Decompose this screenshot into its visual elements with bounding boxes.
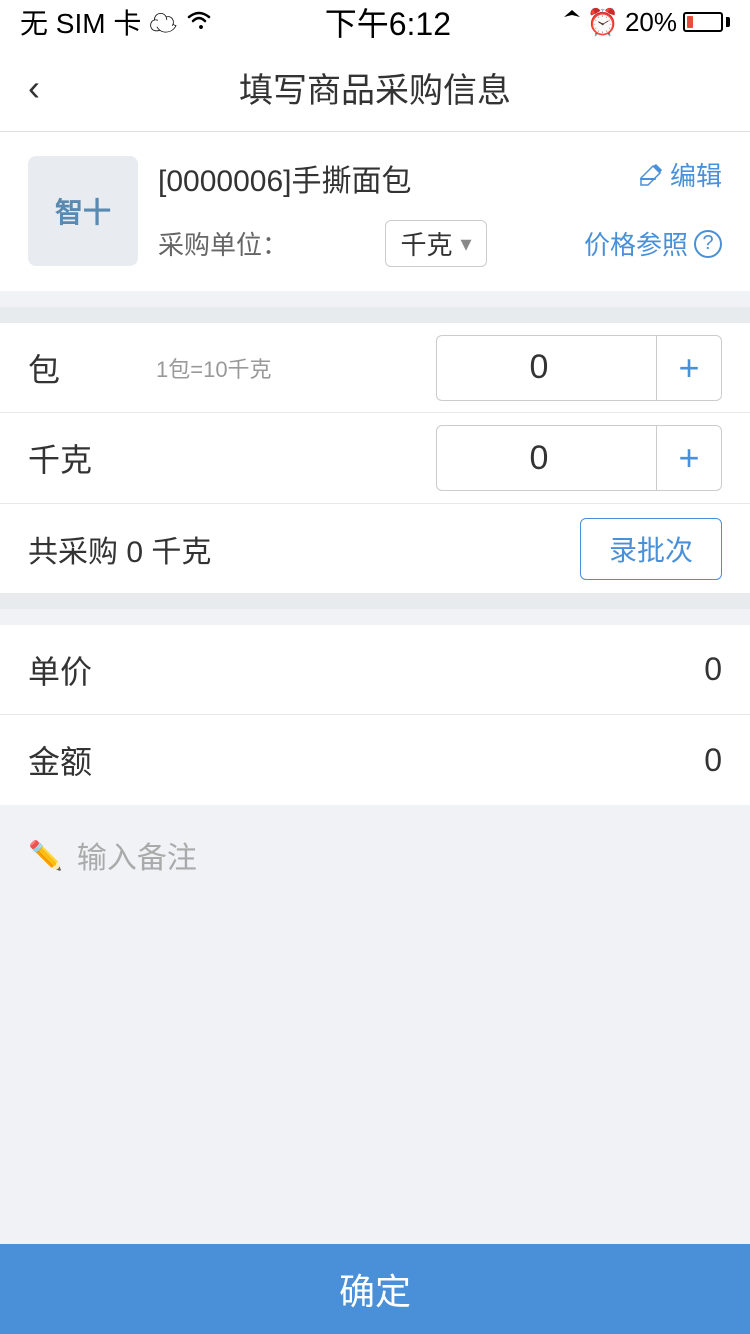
unit-value: 千克 — [400, 225, 452, 262]
note-section[interactable]: ✏️ 输入备注 — [0, 805, 750, 905]
amount-value: 0 — [704, 742, 722, 779]
amount-row: 金额 0 — [0, 715, 750, 805]
price-ref-label: 价格参照 — [584, 225, 688, 262]
product-header: [0000006]手撕面包 编辑 — [158, 156, 722, 200]
unit-price-value: 0 — [704, 651, 722, 688]
status-left: 无 SIM 卡 ☁ — [20, 2, 213, 42]
note-placeholder: 输入备注 — [77, 833, 197, 877]
nav-bar: ‹ 填写商品采购信息 — [0, 44, 750, 132]
location-icon — [563, 7, 581, 38]
form-section: 包 1包=10千克 + 千克 + — [0, 323, 750, 503]
product-name: [0000006]手撕面包 — [158, 156, 411, 200]
qianke-input[interactable] — [436, 425, 656, 491]
status-bar: 无 SIM 卡 ☁ 下午6:12 ⏰ 20% — [0, 0, 750, 44]
bao-input-group: + — [436, 335, 722, 401]
section-divider-2 — [0, 593, 750, 609]
price-ref-button[interactable]: 价格参照 ? — [584, 225, 722, 262]
section-divider-1 — [0, 307, 750, 323]
product-info: [0000006]手撕面包 编辑 采购单位： 千克 ▾ 价格参照 ? — [158, 156, 722, 267]
bao-row: 包 1包=10千克 + — [0, 323, 750, 413]
edit-button[interactable]: 编辑 — [640, 156, 722, 193]
total-text: 共采购 0 千克 — [28, 527, 211, 571]
confirm-button[interactable]: 确定 — [0, 1244, 750, 1334]
status-time: 下午6:12 — [325, 0, 451, 45]
record-batch-button[interactable]: 录批次 — [580, 518, 722, 580]
unit-select[interactable]: 千克 ▾ — [385, 220, 486, 267]
unit-label: 采购单位： — [158, 225, 288, 262]
page-title: 填写商品采购信息 — [239, 63, 511, 112]
qianke-label: 千克 — [28, 435, 148, 481]
back-button[interactable]: ‹ — [28, 67, 40, 109]
product-image-label: 智十 — [55, 191, 111, 231]
product-card: 智十 [0000006]手撕面包 编辑 采购单位： 千克 ▾ 价格参照 ? — [0, 132, 750, 291]
unit-price-row: 单价 0 — [0, 625, 750, 715]
qianke-row: 千克 + — [0, 413, 750, 503]
amount-label: 金额 — [28, 737, 92, 783]
qianke-plus-button[interactable]: + — [656, 425, 722, 491]
alarm-icon: ⏰ — [587, 7, 619, 38]
bao-input[interactable] — [436, 335, 656, 401]
qianke-input-group: + — [436, 425, 722, 491]
battery-percent: 20% — [625, 7, 677, 38]
wifi-icon — [185, 6, 213, 38]
bottom-fill — [0, 905, 750, 1205]
product-image: 智十 — [28, 156, 138, 266]
battery-icon — [683, 12, 730, 32]
unit-price-label: 单价 — [28, 647, 92, 693]
pencil-icon: ✏️ — [28, 839, 63, 872]
bao-plus-button[interactable]: + — [656, 335, 722, 401]
total-row: 共采购 0 千克 录批次 — [0, 503, 750, 593]
product-unit-row: 采购单位： 千克 ▾ 价格参照 ? — [158, 220, 722, 267]
price-ref-icon: ? — [694, 230, 722, 258]
sim-label: 无 SIM 卡 ☁ — [20, 2, 177, 42]
bao-label: 包 — [28, 345, 148, 391]
info-section: 单价 0 金额 0 — [0, 625, 750, 805]
bao-sub-label: 1包=10千克 — [156, 352, 272, 384]
chevron-down-icon: ▾ — [460, 231, 471, 257]
status-right: ⏰ 20% — [563, 7, 730, 38]
